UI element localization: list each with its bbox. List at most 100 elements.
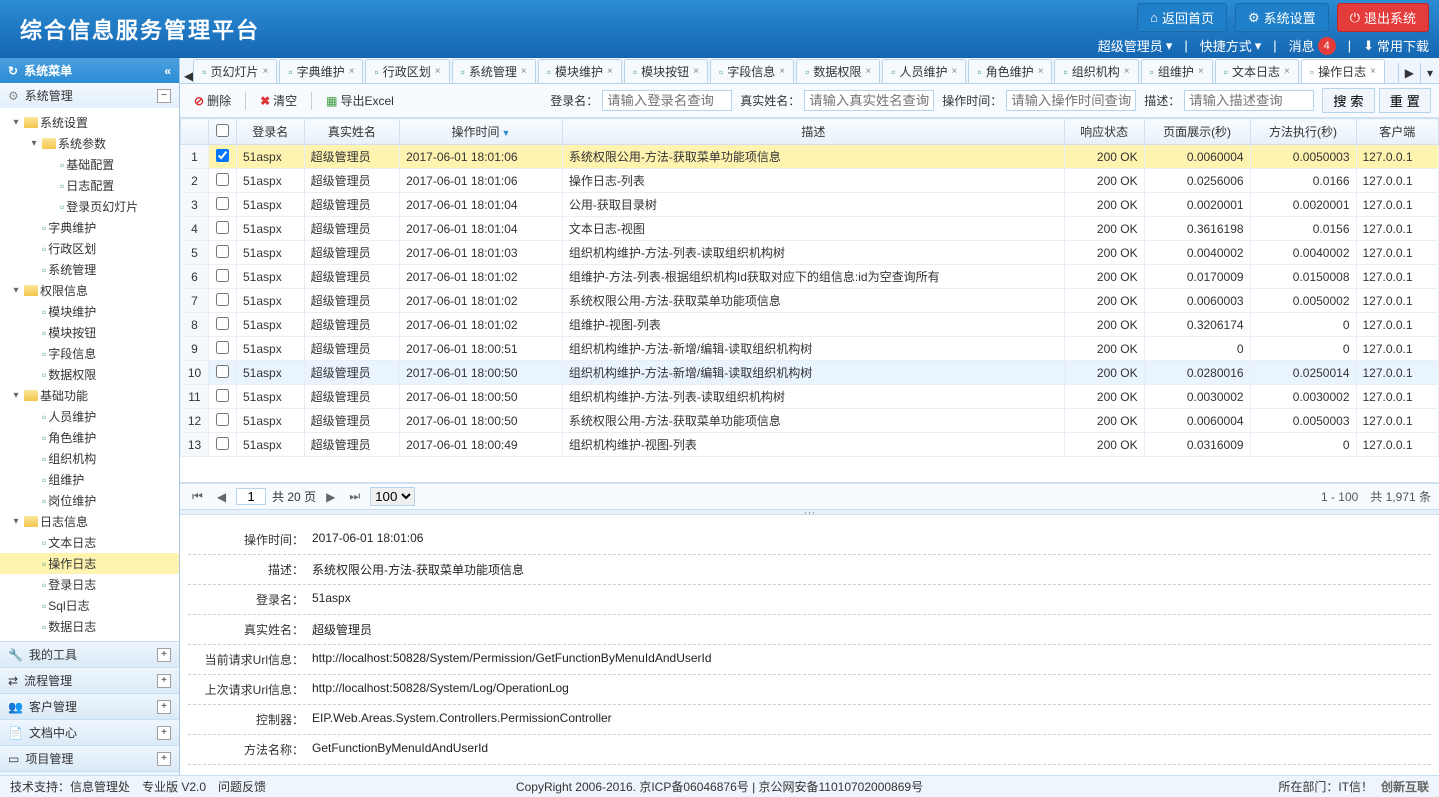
col-header-4[interactable]: 操作时间▼ <box>400 119 563 145</box>
page-input[interactable] <box>236 488 266 505</box>
clear-button[interactable]: ✖清空 <box>254 90 303 111</box>
accordion-section-docs[interactable]: 📄文档中心+ <box>0 720 179 745</box>
row-checkbox[interactable] <box>216 365 229 378</box>
close-icon[interactable]: × <box>521 66 527 77</box>
tab-组维护[interactable]: ▫组维护× <box>1141 59 1213 83</box>
close-icon[interactable]: × <box>1124 66 1130 77</box>
tree-node-组织机构[interactable]: ▫组织机构 <box>0 448 179 469</box>
tab-系统管理[interactable]: ▫系统管理× <box>452 59 536 83</box>
grid-wrapper[interactable]: 登录名真实姓名操作时间▼描述响应状态页面展示(秒)方法执行(秒)客户端 151a… <box>180 118 1439 483</box>
close-icon[interactable]: × <box>952 66 958 77</box>
export-button[interactable]: ▦导出Excel <box>320 90 400 111</box>
detail-splitter[interactable] <box>180 509 1439 515</box>
table-row[interactable]: 1351aspx超级管理员2017-06-01 18:00:49组织机构维护-视… <box>181 433 1439 457</box>
row-checkbox[interactable] <box>216 245 229 258</box>
accordion-section-customer[interactable]: 👥客户管理+ <box>0 694 179 719</box>
tree-node-日志信息[interactable]: ▾日志信息 <box>0 511 179 532</box>
quick-dropdown[interactable]: 快捷方式▾ <box>1200 36 1262 55</box>
col-header-0[interactable] <box>181 119 209 145</box>
tree-node-权限信息[interactable]: ▾权限信息 <box>0 280 179 301</box>
first-page-button[interactable]: ⏮ <box>188 488 207 505</box>
close-icon[interactable]: × <box>607 66 613 77</box>
col-header-1[interactable] <box>209 119 237 145</box>
close-icon[interactable]: × <box>1284 66 1290 77</box>
table-row[interactable]: 651aspx超级管理员2017-06-01 18:01:02组维护-方法-列表… <box>181 265 1439 289</box>
settings-button[interactable]: ⚙系统设置 <box>1235 3 1329 32</box>
select-all-checkbox[interactable] <box>216 124 229 137</box>
last-page-button[interactable]: ⏭ <box>345 488 364 505</box>
col-header-6[interactable]: 响应状态 <box>1064 119 1144 145</box>
row-checkbox[interactable] <box>216 437 229 450</box>
row-checkbox[interactable] <box>216 341 229 354</box>
col-header-5[interactable]: 描述 <box>562 119 1064 145</box>
tab-操作日志[interactable]: ▫操作日志× <box>1301 59 1385 84</box>
accordion-section-flow[interactable]: ⇄流程管理+ <box>0 668 179 693</box>
close-icon[interactable]: × <box>1038 66 1044 77</box>
tab-模块按钮[interactable]: ▫模块按钮× <box>624 59 708 83</box>
tree-node-基础配置[interactable]: ▫基础配置 <box>0 154 179 175</box>
reset-button[interactable]: 重 置 <box>1379 88 1431 113</box>
next-page-button[interactable]: ▶ <box>322 489 339 505</box>
row-checkbox[interactable] <box>216 149 229 162</box>
tree-node-字典维护[interactable]: ▫字典维护 <box>0 217 179 238</box>
tree-node-组维护[interactable]: ▫组维护 <box>0 469 179 490</box>
tree-node-系统参数[interactable]: ▾系统参数 <box>0 133 179 154</box>
table-row[interactable]: 351aspx超级管理员2017-06-01 18:01:04公用-获取目录树2… <box>181 193 1439 217</box>
table-row[interactable]: 1251aspx超级管理员2017-06-01 18:00:50系统权限公用-方… <box>181 409 1439 433</box>
table-row[interactable]: 751aspx超级管理员2017-06-01 18:01:02系统权限公用-方法… <box>181 289 1439 313</box>
desc-search-input[interactable] <box>1184 90 1314 111</box>
tab-字段信息[interactable]: ▫字段信息× <box>710 59 794 83</box>
close-icon[interactable]: × <box>349 66 355 77</box>
row-checkbox[interactable] <box>216 173 229 186</box>
collapse-sidebar-icon[interactable]: « <box>164 64 171 78</box>
tab-文本日志[interactable]: ▫文本日志× <box>1215 59 1299 83</box>
table-row[interactable]: 1151aspx超级管理员2017-06-01 18:00:50组织机构维护-方… <box>181 385 1439 409</box>
table-row[interactable]: 251aspx超级管理员2017-06-01 18:01:06操作日志-列表20… <box>181 169 1439 193</box>
table-row[interactable]: 451aspx超级管理员2017-06-01 18:01:04文本日志-视图20… <box>181 217 1439 241</box>
tab-数据权限[interactable]: ▫数据权限× <box>796 59 880 83</box>
user-dropdown[interactable]: 超级管理员▾ <box>1098 36 1173 55</box>
row-checkbox[interactable] <box>216 197 229 210</box>
tab-行政区划[interactable]: ▫行政区划× <box>365 59 449 83</box>
accordion-section-system[interactable]: ⚙ 系统管理 − <box>0 83 179 108</box>
tree-node-登录页幻灯片[interactable]: ▫登录页幻灯片 <box>0 196 179 217</box>
col-header-9[interactable]: 客户端 <box>1356 119 1439 145</box>
time-search-input[interactable] <box>1006 90 1136 111</box>
accordion-section-tools[interactable]: 🔧我的工具+ <box>0 642 179 667</box>
search-button[interactable]: 搜 索 <box>1322 88 1374 113</box>
tab-页幻灯片[interactable]: ▫页幻灯片× <box>193 59 277 83</box>
home-button[interactable]: ⌂返回首页 <box>1137 3 1227 32</box>
tree-node-岗位维护[interactable]: ▫岗位维护 <box>0 490 179 511</box>
close-icon[interactable]: × <box>865 66 871 77</box>
tree-node-模块按钮[interactable]: ▫模块按钮 <box>0 322 179 343</box>
refresh-icon[interactable]: ↻ <box>8 64 18 78</box>
table-row[interactable]: 851aspx超级管理员2017-06-01 18:01:02组维护-视图-列表… <box>181 313 1439 337</box>
close-icon[interactable]: × <box>693 66 699 77</box>
col-header-7[interactable]: 页面展示(秒) <box>1144 119 1250 145</box>
page-size-select[interactable]: 100 <box>370 487 415 506</box>
download-link[interactable]: ⬇常用下载 <box>1363 36 1429 55</box>
row-checkbox[interactable] <box>216 293 229 306</box>
tab-组织机构[interactable]: ▫组织机构× <box>1054 59 1138 83</box>
row-checkbox[interactable] <box>216 389 229 402</box>
exit-button[interactable]: ⏻退出系统 <box>1337 3 1429 32</box>
close-icon[interactable]: × <box>435 66 441 77</box>
name-search-input[interactable] <box>804 90 934 111</box>
prev-page-button[interactable]: ◀ <box>213 489 230 505</box>
table-row[interactable]: 551aspx超级管理员2017-06-01 18:01:03组织机构维护-方法… <box>181 241 1439 265</box>
col-header-3[interactable]: 真实姓名 <box>304 119 400 145</box>
tree-node-文本日志[interactable]: ▫文本日志 <box>0 532 179 553</box>
col-header-8[interactable]: 方法执行(秒) <box>1250 119 1356 145</box>
msg-link[interactable]: 消息4 <box>1289 36 1336 55</box>
tree-node-字段信息[interactable]: ▫字段信息 <box>0 343 179 364</box>
tree-node-系统设置[interactable]: ▾系统设置 <box>0 112 179 133</box>
tree-node-数据权限[interactable]: ▫数据权限 <box>0 364 179 385</box>
row-checkbox[interactable] <box>216 317 229 330</box>
tree-node-角色维护[interactable]: ▫角色维护 <box>0 427 179 448</box>
tree-node-登录日志[interactable]: ▫登录日志 <box>0 574 179 595</box>
table-row[interactable]: 951aspx超级管理员2017-06-01 18:00:51组织机构维护-方法… <box>181 337 1439 361</box>
delete-button[interactable]: ⊘删除 <box>188 90 237 111</box>
tree-node-日志配置[interactable]: ▫日志配置 <box>0 175 179 196</box>
row-checkbox[interactable] <box>216 269 229 282</box>
tab-menu[interactable]: ▾ <box>1420 63 1439 83</box>
